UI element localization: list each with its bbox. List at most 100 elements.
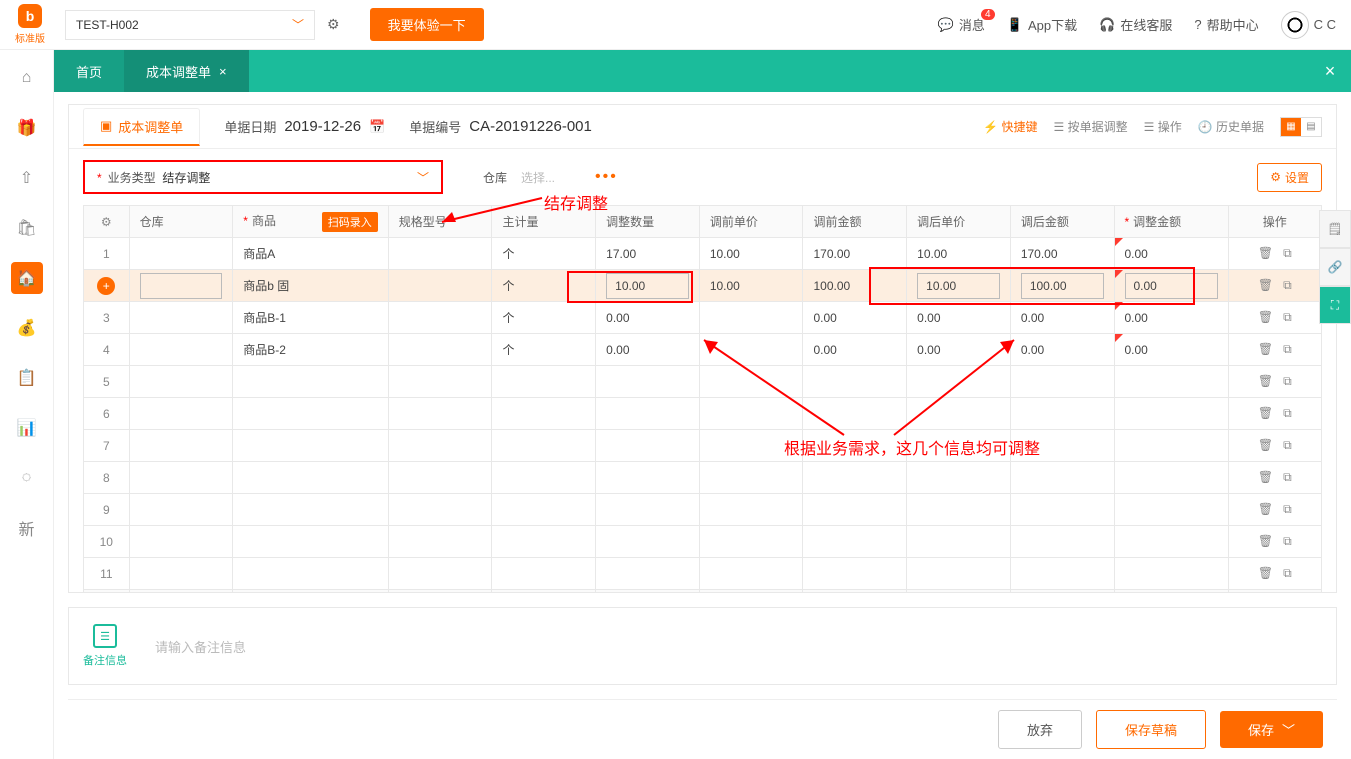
table-row[interactable]: +商品b 固个10.0010.00100.0010.00100.000.00🗑⧉ bbox=[84, 270, 1322, 302]
org-name: TEST-H002 bbox=[76, 18, 139, 32]
col-post-price: 调后单价 bbox=[907, 206, 1011, 238]
scan-button[interactable]: 扫码录入 bbox=[322, 212, 378, 232]
table-row[interactable]: 1商品A个17.0010.00170.0010.00170.000.00🗑⧉ bbox=[84, 238, 1322, 270]
copy-icon[interactable]: ⧉ bbox=[1283, 310, 1292, 325]
settings-button[interactable]: ⚙ 设置 bbox=[1257, 163, 1322, 192]
app-download-link[interactable]: 📱 App下载 bbox=[1007, 15, 1077, 34]
user-menu[interactable]: C C bbox=[1281, 11, 1336, 39]
delete-icon[interactable]: 🗑 bbox=[1258, 534, 1273, 549]
logo-label: 标准版 bbox=[15, 30, 45, 45]
chevron-down-icon: ﹀ bbox=[417, 169, 429, 186]
doc-date: 单据日期 2019-12-26 📅 bbox=[224, 117, 385, 136]
sidebar-new-icon[interactable]: 新 bbox=[11, 512, 43, 544]
col-warehouse: 仓库 bbox=[129, 206, 233, 238]
copy-icon[interactable]: ⧉ bbox=[1283, 406, 1292, 421]
copy-icon[interactable]: ⧉ bbox=[1283, 438, 1292, 453]
right-dock: 🗒 🔗 ⛶ bbox=[1319, 210, 1351, 324]
dock-note-icon[interactable]: 🗒 bbox=[1319, 210, 1351, 248]
help-link[interactable]: ? 帮助中心 bbox=[1194, 15, 1258, 34]
gear-icon: ⚙ bbox=[1270, 170, 1281, 184]
history-link[interactable]: 🕘 历史单据 bbox=[1198, 118, 1264, 135]
table-header-row: ⚙ 仓库 商品扫码录入 规格型号 主计量 调整数量 调前单价 调前金额 调后单价 bbox=[84, 206, 1322, 238]
table-row[interactable]: 11🗑⧉ bbox=[84, 558, 1322, 590]
post-price-input[interactable]: 10.00 bbox=[917, 273, 1000, 299]
doc-tab[interactable]: ▣ 成本调整单 bbox=[83, 108, 200, 146]
sidebar-clipboard-icon[interactable]: 📋 bbox=[11, 362, 43, 394]
save-button[interactable]: 保存 ﹀ bbox=[1220, 711, 1323, 748]
warehouse-select[interactable]: 仓库 选择... bbox=[483, 169, 555, 186]
sidebar-home-icon[interactable]: ⌂ bbox=[11, 62, 43, 94]
post-amt-input[interactable]: 100.00 bbox=[1021, 273, 1104, 299]
tab-cost-adjust[interactable]: 成本调整单 × bbox=[124, 50, 249, 92]
org-selector[interactable]: TEST-H002 ﹀ bbox=[65, 10, 315, 40]
add-row-button[interactable]: + bbox=[97, 277, 115, 295]
sidebar-gift-icon[interactable]: 🎁 bbox=[11, 112, 43, 144]
table-row[interactable]: 4商品B-2个0.000.000.000.000.00🗑⧉ bbox=[84, 334, 1322, 366]
doc-icon: ▣ bbox=[100, 118, 112, 134]
warehouse-input[interactable] bbox=[140, 273, 223, 299]
messages-link[interactable]: 💬 消息 4 bbox=[938, 15, 985, 34]
service-link[interactable]: 🎧 在线客服 bbox=[1099, 15, 1172, 34]
delete-icon[interactable]: 🗑 bbox=[1258, 438, 1273, 453]
col-adj-qty: 调整数量 bbox=[596, 206, 700, 238]
delete-icon[interactable]: 🗑 bbox=[1258, 470, 1273, 485]
close-icon[interactable]: × bbox=[219, 64, 227, 79]
tab-home[interactable]: 首页 bbox=[54, 50, 124, 92]
table-row[interactable]: 9🗑⧉ bbox=[84, 494, 1322, 526]
hotkey-link[interactable]: ⚡ 快捷键 bbox=[983, 118, 1037, 135]
chevron-down-icon: ﹀ bbox=[292, 16, 304, 33]
copy-icon[interactable]: ⧉ bbox=[1283, 470, 1292, 485]
adj-amt-input[interactable]: 0.00 bbox=[1125, 273, 1218, 299]
biz-type-select[interactable]: *业务类型 结存调整 ﹀ bbox=[83, 160, 443, 194]
delete-icon[interactable]: 🗑 bbox=[1258, 310, 1273, 325]
col-post-amt: 调后金额 bbox=[1010, 206, 1114, 238]
copy-icon[interactable]: ⧉ bbox=[1283, 502, 1292, 517]
table-row[interactable]: 10🗑⧉ bbox=[84, 526, 1322, 558]
more-icon[interactable]: ••• bbox=[595, 168, 618, 186]
delete-icon[interactable]: 🗑 bbox=[1258, 246, 1273, 261]
table-row[interactable]: 3商品B-1个0.000.000.000.000.00🗑⧉ bbox=[84, 302, 1322, 334]
view-toggle[interactable]: ▦▤ bbox=[1280, 117, 1322, 137]
col-gear[interactable]: ⚙ bbox=[84, 206, 130, 238]
delete-icon[interactable]: 🗑 bbox=[1258, 374, 1273, 389]
calendar-icon[interactable]: 📅 bbox=[369, 119, 385, 135]
delete-icon[interactable]: 🗑 bbox=[1258, 502, 1273, 517]
sidebar-refresh-icon[interactable]: ◌ bbox=[11, 462, 43, 494]
remark-input[interactable]: 请输入备注信息 bbox=[155, 637, 1322, 656]
table-row[interactable]: 6🗑⧉ bbox=[84, 398, 1322, 430]
copy-icon[interactable]: ⧉ bbox=[1283, 278, 1292, 293]
copy-icon[interactable]: ⧉ bbox=[1283, 342, 1292, 357]
headset-icon: 🎧 bbox=[1099, 17, 1115, 33]
sidebar-report-icon[interactable]: 📊 bbox=[11, 412, 43, 444]
copy-icon[interactable]: ⧉ bbox=[1283, 534, 1292, 549]
delete-icon[interactable]: 🗑 bbox=[1258, 566, 1273, 581]
delete-icon[interactable]: 🗑 bbox=[1258, 406, 1273, 421]
sidebar-money-icon[interactable]: 💰 bbox=[11, 312, 43, 344]
by-doc-link[interactable]: ☰ 按单据调整 bbox=[1053, 118, 1127, 135]
delete-icon[interactable]: 🗑 bbox=[1258, 342, 1273, 357]
sidebar-warehouse-icon[interactable]: 🏠 bbox=[11, 262, 43, 294]
messages-badge: 4 bbox=[981, 9, 995, 20]
dock-link-icon[interactable]: 🔗 bbox=[1319, 248, 1351, 286]
sidebar-upload-icon[interactable]: ⇧ bbox=[11, 162, 43, 194]
gear-icon[interactable]: ⚙ bbox=[327, 16, 340, 33]
table-row[interactable]: 8🗑⧉ bbox=[84, 462, 1322, 494]
remark-section: ☰ 备注信息 请输入备注信息 bbox=[68, 607, 1337, 685]
remark-icon: ☰ 备注信息 bbox=[83, 624, 127, 668]
save-draft-button[interactable]: 保存草稿 bbox=[1096, 710, 1206, 749]
copy-icon[interactable]: ⧉ bbox=[1283, 374, 1292, 389]
delete-icon[interactable]: 🗑 bbox=[1258, 278, 1273, 293]
sidebar-bag-icon[interactable]: 🛍 bbox=[11, 212, 43, 244]
qty-input[interactable]: 10.00 bbox=[606, 273, 689, 299]
card-header: ▣ 成本调整单 单据日期 2019-12-26 📅 单据编号 CA-201912… bbox=[69, 105, 1336, 149]
table-row[interactable]: 7🗑⧉ bbox=[84, 430, 1322, 462]
dock-expand-icon[interactable]: ⛶ bbox=[1319, 286, 1351, 324]
ops-link[interactable]: ☰ 操作 bbox=[1144, 118, 1182, 135]
table-row[interactable]: 5🗑⧉ bbox=[84, 366, 1322, 398]
trial-button[interactable]: 我要体验一下 bbox=[370, 8, 484, 41]
copy-icon[interactable]: ⧉ bbox=[1283, 566, 1292, 581]
data-table-wrap: ⚙ 仓库 商品扫码录入 规格型号 主计量 调整数量 调前单价 调前金额 调后单价 bbox=[69, 205, 1336, 592]
copy-icon[interactable]: ⧉ bbox=[1283, 246, 1292, 261]
discard-button[interactable]: 放弃 bbox=[998, 710, 1082, 749]
tabs-close-all[interactable]: × bbox=[1309, 50, 1351, 92]
